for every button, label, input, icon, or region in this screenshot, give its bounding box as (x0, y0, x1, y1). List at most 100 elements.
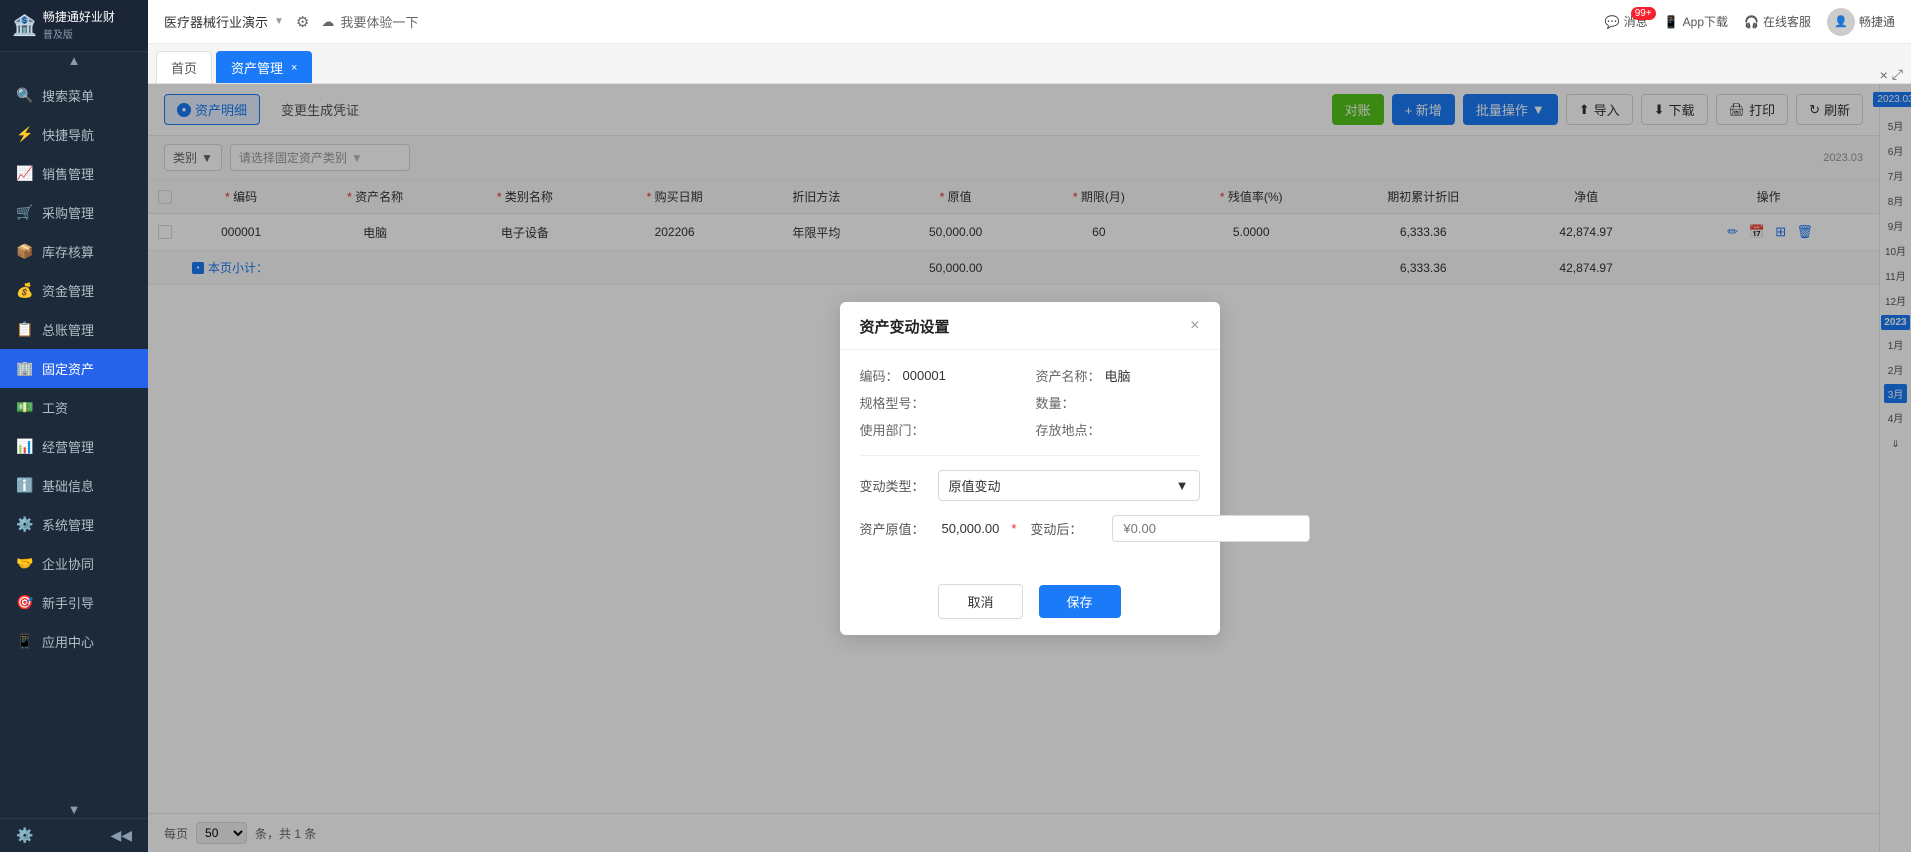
sidebar-item-label: 经营管理 (42, 437, 94, 456)
modal-overlay: 资产变动设置 × 编码： 000001 资产名称： 电脑 (148, 84, 1911, 852)
sidebar-item-search[interactable]: 🔍 搜索菜单 (0, 76, 148, 115)
sidebar-item-label: 销售管理 (42, 164, 94, 183)
sidebar-item-operations[interactable]: 📊 经营管理 (0, 427, 148, 466)
sidebar-scroll-down[interactable]: ▼ (0, 800, 148, 818)
modal-title: 资产变动设置 (860, 316, 950, 337)
sidebar-item-guide[interactable]: 🎯 新手引导 (0, 583, 148, 622)
finance-icon: 💰 (16, 281, 34, 299)
after-change-label: 变动后： (1030, 519, 1100, 538)
tab-asset-label: 资产管理 (231, 58, 283, 77)
modal-code-item: 编码： 000001 (860, 366, 1024, 385)
topbar-right: 💬 消息 99+ 📱 App下载 🎧 在线客服 👤 畅捷通 (1605, 8, 1895, 36)
app-download-btn[interactable]: 📱 App下载 (1664, 13, 1728, 30)
original-value-display: 50,000.00 (942, 521, 1000, 536)
sidebar-logo: 🏦 畅捷通好业财 普及版 (0, 0, 148, 52)
tab-asset-management[interactable]: 资产管理 × (216, 51, 312, 83)
sidebar-item-app-center[interactable]: 📱 应用中心 (0, 622, 148, 661)
sidebar: 🏦 畅捷通好业财 普及版 ▲ 🔍 搜索菜单 ⚡ 快捷导航 📈 销售管理 🛒 (0, 0, 148, 852)
search-icon: 🔍 (16, 86, 34, 104)
tab-close-icon[interactable]: × (291, 62, 297, 74)
tab-window-expand-icon[interactable]: ⤢ (1892, 66, 1903, 83)
sidebar-item-basic-info[interactable]: ℹ️ 基础信息 (0, 466, 148, 505)
required-star: * (1011, 521, 1016, 536)
after-change-input[interactable] (1112, 515, 1310, 542)
sidebar-item-label: 系统管理 (42, 515, 94, 534)
change-type-row: 变动类型： 原值变动 ▼ (860, 470, 1200, 501)
code-value: 000001 (903, 368, 946, 383)
modal-spec-item: 规格型号： (860, 393, 1024, 412)
quantity-label: 数量： (1036, 393, 1075, 412)
modal-divider (860, 455, 1200, 456)
company-selector[interactable]: 医疗器械行业演示 ▼ (164, 12, 284, 31)
settings-gear-icon[interactable]: ⚙ (296, 13, 309, 31)
dept-label: 使用部门： (860, 420, 925, 439)
sidebar-item-label: 库存核算 (42, 242, 94, 261)
sidebar-item-payroll[interactable]: 💵 工资 (0, 388, 148, 427)
change-type-label: 变动类型： (860, 476, 930, 495)
company-name: 医疗器械行业演示 (164, 12, 268, 31)
app-name: 畅捷通好业财 (43, 10, 115, 26)
app-center-icon: 📱 (16, 632, 34, 650)
save-button[interactable]: 保存 (1039, 585, 1121, 618)
tab-window-close-icon[interactable]: × (1880, 67, 1888, 83)
tabs-right: × ⤢ (1880, 66, 1903, 83)
experience-btn[interactable]: ☁ 我要体验一下 (321, 12, 418, 31)
asset-name-label: 资产名称： (1036, 366, 1101, 385)
message-btn[interactable]: 💬 消息 99+ (1605, 13, 1648, 30)
user-profile[interactable]: 👤 畅捷通 (1827, 8, 1895, 36)
sidebar-item-cooperation[interactable]: 🤝 企业协同 (0, 544, 148, 583)
download-icon: 📱 (1664, 15, 1679, 29)
purchase-icon: 🛒 (16, 203, 34, 221)
change-type-arrow-icon: ▼ (1176, 478, 1189, 493)
modal-quantity-item: 数量： (1036, 393, 1200, 412)
settings-icon[interactable]: ⚙️ (16, 827, 33, 844)
quick-nav-icon: ⚡ (16, 125, 34, 143)
basic-info-icon: ℹ️ (16, 476, 34, 494)
change-type-value: 原值变动 (949, 476, 1001, 495)
modal-body: 编码： 000001 资产名称： 电脑 规格型号： (840, 350, 1220, 572)
app-edition: 普及版 (43, 26, 115, 41)
operations-icon: 📊 (16, 437, 34, 455)
cloud-icon: ☁ (321, 14, 334, 30)
sidebar-item-label: 固定资产 (42, 359, 94, 378)
sidebar-item-label: 资金管理 (42, 281, 94, 300)
sidebar-item-quick-nav[interactable]: ⚡ 快捷导航 (0, 115, 148, 154)
sidebar-scroll-up[interactable]: ▲ (0, 52, 148, 70)
headset-icon: 🎧 (1744, 15, 1759, 29)
ledger-icon: 📋 (16, 320, 34, 338)
change-type-select[interactable]: 原值变动 ▼ (938, 470, 1200, 501)
sidebar-item-label: 采购管理 (42, 203, 94, 222)
asset-name-value: 电脑 (1105, 366, 1131, 385)
guide-icon: 🎯 (16, 593, 34, 611)
sidebar-item-label: 快捷导航 (42, 125, 94, 144)
system-icon: ⚙️ (16, 515, 34, 533)
payroll-icon: 💵 (16, 398, 34, 416)
sidebar-item-ledger[interactable]: 📋 总账管理 (0, 310, 148, 349)
sidebar-nav: 🔍 搜索菜单 ⚡ 快捷导航 📈 销售管理 🛒 采购管理 📦 库存核算 💰 (0, 70, 148, 800)
sidebar-bottom: ⚙️ ◀◀ (0, 818, 148, 852)
sidebar-item-fixed-assets[interactable]: 🏢 固定资产 (0, 349, 148, 388)
cancel-button[interactable]: 取消 (938, 584, 1022, 619)
sidebar-item-system[interactable]: ⚙️ 系统管理 (0, 505, 148, 544)
modal-close-btn[interactable]: × (1190, 317, 1199, 335)
tab-home[interactable]: 首页 (156, 51, 212, 83)
spec-label: 规格型号： (860, 393, 925, 412)
modal-footer: 取消 保存 (840, 572, 1220, 635)
sidebar-item-finance[interactable]: 💰 资金管理 (0, 271, 148, 310)
original-value-label: 资产原值： (860, 519, 930, 538)
sidebar-item-sales[interactable]: 📈 销售管理 (0, 154, 148, 193)
customer-service-btn[interactable]: 🎧 在线客服 (1744, 13, 1811, 30)
code-label: 编码： (860, 366, 899, 385)
sidebar-item-inventory[interactable]: 📦 库存核算 (0, 232, 148, 271)
message-icon: 💬 (1605, 15, 1620, 29)
sidebar-item-purchase[interactable]: 🛒 采购管理 (0, 193, 148, 232)
sidebar-item-label: 企业协同 (42, 554, 94, 573)
sidebar-item-label: 总账管理 (42, 320, 94, 339)
sidebar-item-label: 应用中心 (42, 632, 94, 651)
sidebar-item-label: 工资 (42, 398, 68, 417)
modal-dept-item: 使用部门： (860, 420, 1024, 439)
asset-change-modal: 资产变动设置 × 编码： 000001 资产名称： 电脑 (840, 302, 1220, 635)
inventory-icon: 📦 (16, 242, 34, 260)
collapse-icon[interactable]: ◀◀ (110, 827, 132, 844)
content-area: ● 资产明细 变更生成凭证 对账 + 新增 批量操作 ▼ (148, 84, 1911, 852)
